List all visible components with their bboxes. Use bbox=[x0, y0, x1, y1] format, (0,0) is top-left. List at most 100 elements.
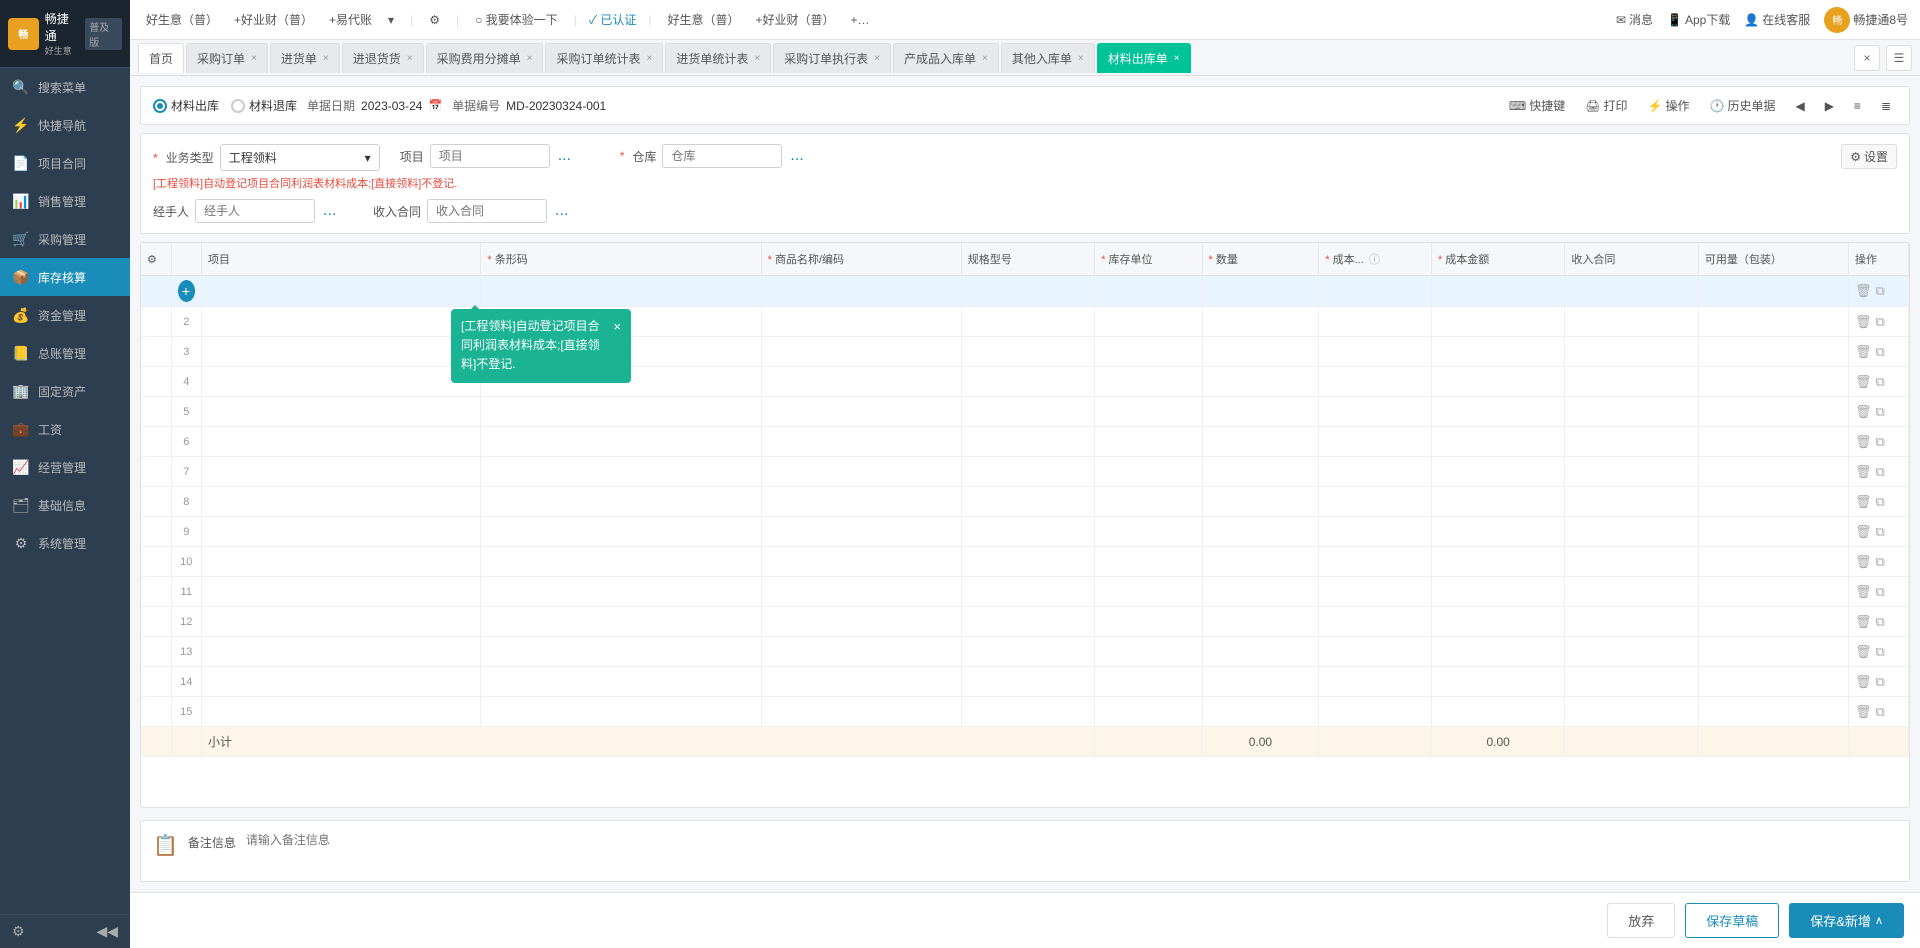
row15-delete-btn[interactable]: 🗑 bbox=[1855, 704, 1872, 720]
row11-copy-btn[interactable]: ⧉ bbox=[1876, 584, 1885, 600]
row3-copy-btn[interactable]: ⧉ bbox=[1876, 344, 1885, 360]
agent-input[interactable] bbox=[195, 199, 315, 223]
warehouse-input[interactable] bbox=[662, 144, 782, 168]
tab-close-finished-goods[interactable]: × bbox=[982, 53, 988, 64]
row1-project-input[interactable] bbox=[208, 284, 475, 298]
sidebar-item-quicknav[interactable]: ⚡ 快捷导航 bbox=[0, 106, 130, 144]
tab-close-purchase-order[interactable]: × bbox=[251, 53, 257, 64]
tab-purchase-receipt[interactable]: 进货单× bbox=[270, 43, 340, 73]
tab-purchase-return[interactable]: 进退货货× bbox=[342, 43, 424, 73]
tabbar-menu-btn[interactable]: ☰ bbox=[1886, 45, 1912, 71]
topbar-nav-yidaizhang[interactable]: +易代账 bbox=[325, 9, 376, 30]
tab-close-purchase-exec[interactable]: × bbox=[874, 53, 880, 64]
row8-delete-btn[interactable]: 🗑 bbox=[1855, 494, 1872, 510]
row5-delete-btn[interactable]: 🗑 bbox=[1855, 404, 1872, 420]
project-input[interactable] bbox=[430, 144, 550, 168]
sidebar-item-accounting[interactable]: 📒 总账管理 bbox=[0, 334, 130, 372]
add-row-btn[interactable]: + bbox=[178, 280, 195, 302]
topbar-nav-more[interactable]: +… bbox=[847, 11, 874, 29]
tab-close-purchase-expense[interactable]: × bbox=[527, 53, 533, 64]
view-grid-btn[interactable]: ≣ bbox=[1875, 97, 1897, 115]
agent-dots-btn[interactable]: ... bbox=[323, 202, 336, 220]
tab-other-storage[interactable]: 其他入库单× bbox=[1001, 43, 1095, 73]
calendar-icon[interactable]: 📅 bbox=[428, 99, 442, 112]
row13-copy-btn[interactable]: ⧉ bbox=[1876, 644, 1885, 660]
save-draft-btn[interactable]: 保存草稿 bbox=[1685, 903, 1779, 938]
row1-copy-btn[interactable]: ⧉ bbox=[1876, 283, 1885, 299]
sidebar-item-project-contract[interactable]: 📄 项目合同 bbox=[0, 144, 130, 182]
biz-type-select[interactable]: 工程领料 ▾ bbox=[220, 144, 380, 171]
operations-btn[interactable]: ⚡ 操作 bbox=[1642, 95, 1696, 116]
topbar-nav-haoshengyi2[interactable]: 好生意（普） bbox=[663, 9, 743, 30]
tab-close-purchase-receipt[interactable]: × bbox=[323, 53, 329, 64]
radio-material-return[interactable]: 材料退库 bbox=[231, 97, 297, 114]
topbar-nav-haoyecai2[interactable]: +好业财（普） bbox=[751, 9, 838, 30]
tab-purchase-exec[interactable]: 采购订单执行表× bbox=[773, 43, 891, 73]
tab-close-material-out[interactable]: × bbox=[1174, 53, 1180, 64]
row15-copy-btn[interactable]: ⧉ bbox=[1876, 704, 1885, 720]
warehouse-dots-btn[interactable]: ... bbox=[790, 147, 803, 165]
radio-material-out[interactable]: 材料出库 bbox=[153, 97, 219, 114]
sidebar-settings-btn[interactable]: ⚙ bbox=[12, 923, 25, 940]
row10-copy-btn[interactable]: ⧉ bbox=[1876, 554, 1885, 570]
topbar-user-info[interactable]: 畅 畅捷通8号 bbox=[1824, 7, 1908, 33]
row14-delete-btn[interactable]: 🗑 bbox=[1855, 674, 1872, 690]
tab-purchase-receipt-stats[interactable]: 进货单统计表× bbox=[665, 43, 771, 73]
tab-close-purchase-stats[interactable]: × bbox=[646, 53, 652, 64]
sidebar-item-fixed-assets[interactable]: 🏢 固定资产 bbox=[0, 372, 130, 410]
row4-copy-btn[interactable]: ⧉ bbox=[1876, 374, 1885, 390]
row10-delete-btn[interactable]: 🗑 bbox=[1855, 554, 1872, 570]
tab-purchase-order[interactable]: 采购订单× bbox=[186, 43, 268, 73]
nav-prev-btn[interactable]: ◀ bbox=[1789, 97, 1810, 115]
discard-btn[interactable]: 放弃 bbox=[1607, 903, 1675, 938]
row7-delete-btn[interactable]: 🗑 bbox=[1855, 464, 1872, 480]
nav-next-btn[interactable]: ▶ bbox=[1819, 97, 1840, 115]
sidebar-item-payroll[interactable]: 💼 工资 bbox=[0, 410, 130, 448]
tooltip-close-btn[interactable]: × bbox=[613, 317, 621, 338]
notes-textarea[interactable] bbox=[246, 831, 1897, 871]
print-btn[interactable]: 🖨 打印 bbox=[1579, 95, 1633, 116]
row13-delete-btn[interactable]: 🗑 bbox=[1855, 644, 1872, 660]
sidebar-item-system[interactable]: ⚙ 系统管理 bbox=[0, 524, 130, 562]
row11-delete-btn[interactable]: 🗑 bbox=[1855, 584, 1872, 600]
row1-barcode-input[interactable] bbox=[487, 284, 754, 298]
sidebar-collapse-btn[interactable]: ◀◀ bbox=[96, 923, 118, 940]
project-dots-btn[interactable]: ... bbox=[558, 147, 571, 165]
row3-delete-btn[interactable]: 🗑 bbox=[1855, 344, 1872, 360]
save-new-btn[interactable]: 保存&新增 ∧ bbox=[1789, 903, 1904, 938]
topbar-trial-btn[interactable]: ○ 我要体验一下 bbox=[471, 9, 562, 30]
tab-home[interactable]: 首页 bbox=[138, 43, 184, 73]
history-btn[interactable]: 🕐 历史单据 bbox=[1703, 95, 1781, 116]
row14-copy-btn[interactable]: ⧉ bbox=[1876, 674, 1885, 690]
tab-purchase-expense[interactable]: 采购费用分摊单× bbox=[426, 43, 544, 73]
sidebar-item-sales[interactable]: 📊 销售管理 bbox=[0, 182, 130, 220]
topbar-settings-btn[interactable]: ⚙ bbox=[425, 11, 444, 29]
topbar-nav-haoshengyi[interactable]: 好生意（普） bbox=[142, 9, 222, 30]
row6-delete-btn[interactable]: 🗑 bbox=[1855, 434, 1872, 450]
sidebar-item-purchase[interactable]: 🛒 采购管理 bbox=[0, 220, 130, 258]
row6-copy-btn[interactable]: ⧉ bbox=[1876, 434, 1885, 450]
row7-copy-btn[interactable]: ⧉ bbox=[1876, 464, 1885, 480]
sidebar-item-basic-info[interactable]: 🗂 基础信息 bbox=[0, 486, 130, 524]
row12-delete-btn[interactable]: 🗑 bbox=[1855, 614, 1872, 630]
form-settings-btn[interactable]: ⚙ 设置 bbox=[1841, 144, 1897, 169]
row2-copy-btn[interactable]: ⧉ bbox=[1876, 314, 1885, 330]
tab-material-out[interactable]: 材料出库单× bbox=[1097, 43, 1191, 73]
row5-copy-btn[interactable]: ⧉ bbox=[1876, 404, 1885, 420]
tabbar-close-btn[interactable]: × bbox=[1854, 45, 1880, 71]
sidebar-item-inventory[interactable]: 📦 库存核算 bbox=[0, 258, 130, 296]
sidebar-item-search[interactable]: 🔍 搜索菜单 bbox=[0, 68, 130, 106]
row9-delete-btn[interactable]: 🗑 bbox=[1855, 524, 1872, 540]
row8-copy-btn[interactable]: ⧉ bbox=[1876, 494, 1885, 510]
row9-copy-btn[interactable]: ⧉ bbox=[1876, 524, 1885, 540]
row12-copy-btn[interactable]: ⧉ bbox=[1876, 614, 1885, 630]
cost-info-icon[interactable]: ⓘ bbox=[1369, 254, 1380, 266]
topbar-message-btn[interactable]: ✉ 消息 bbox=[1616, 11, 1653, 28]
sidebar-item-finance[interactable]: 💰 资金管理 bbox=[0, 296, 130, 334]
row2-delete-btn[interactable]: 🗑 bbox=[1855, 314, 1872, 330]
tab-purchase-stats[interactable]: 采购订单统计表× bbox=[545, 43, 663, 73]
tab-close-other-storage[interactable]: × bbox=[1078, 53, 1084, 64]
contract-dots-btn[interactable]: ... bbox=[555, 202, 568, 220]
row1-delete-btn[interactable]: 🗑 bbox=[1855, 283, 1872, 299]
sidebar-item-operations[interactable]: 📈 经营管理 bbox=[0, 448, 130, 486]
